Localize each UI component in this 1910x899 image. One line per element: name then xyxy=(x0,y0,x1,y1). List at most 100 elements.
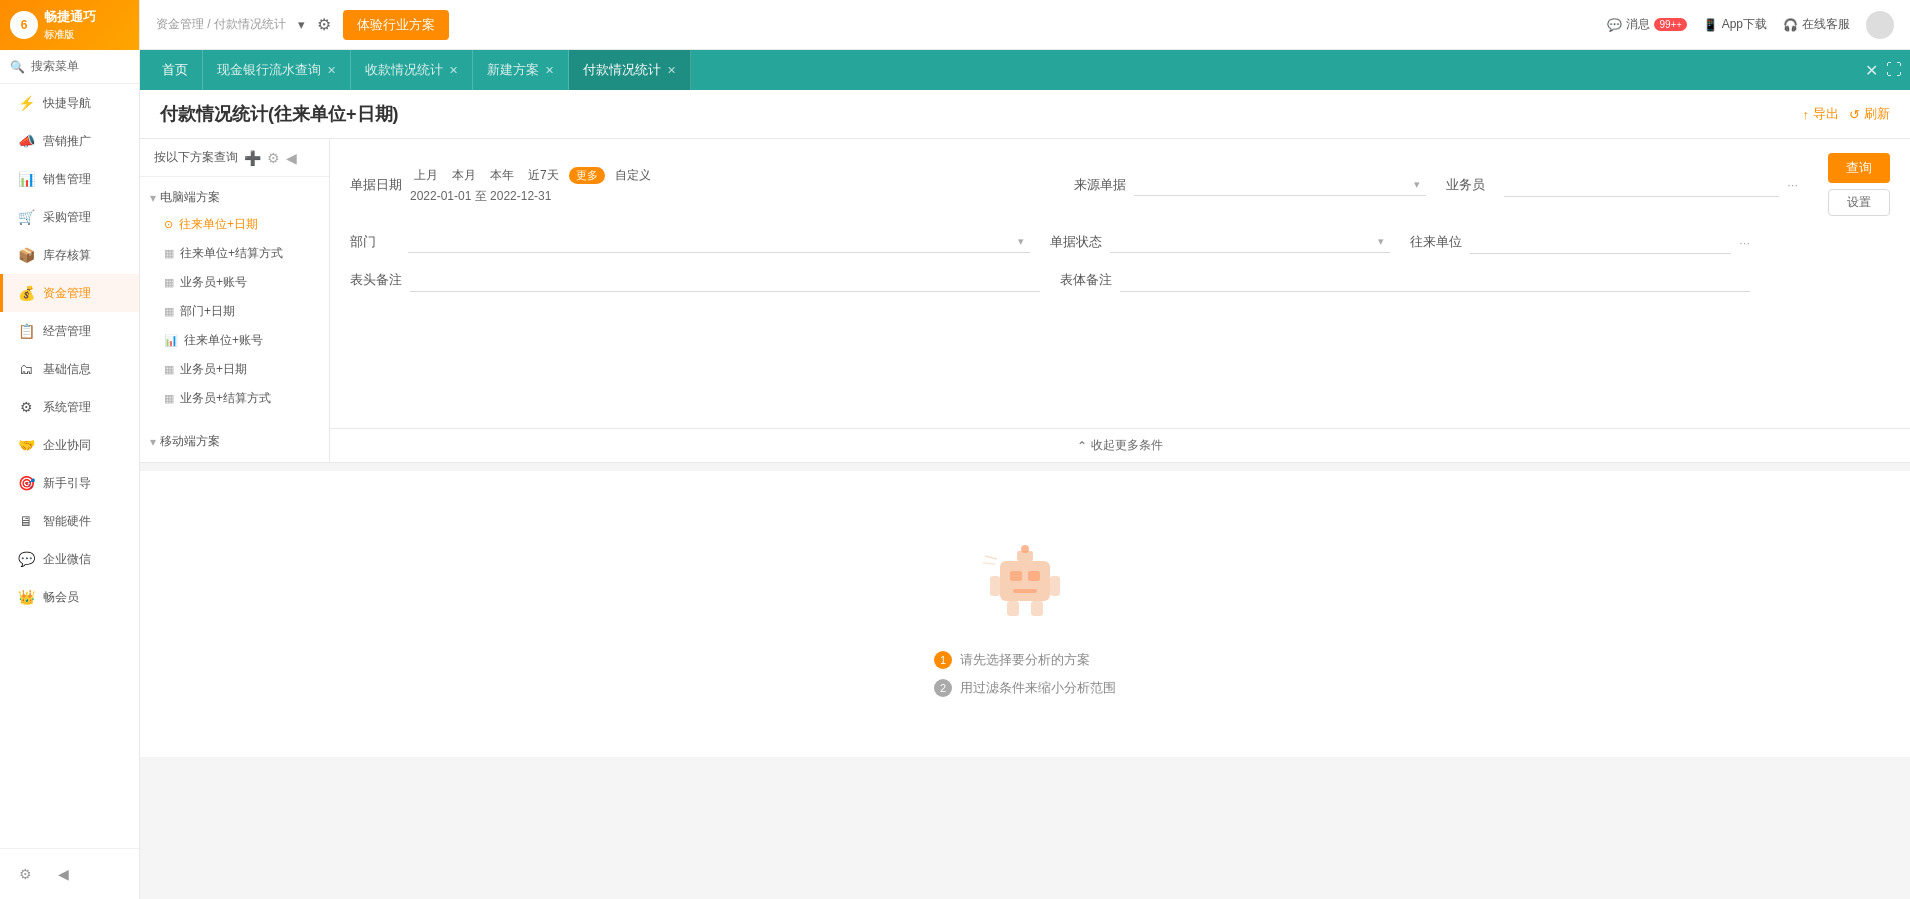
sidebar-item-operation[interactable]: 📋经营管理 xyxy=(0,312,139,350)
tab-close-collection[interactable]: ✕ xyxy=(449,64,458,77)
tab-expand-btn[interactable]: ⛶ xyxy=(1886,61,1902,79)
sidebar-item-hardware[interactable]: 🖥智能硬件 xyxy=(0,502,139,540)
sidebar-collapse-btn[interactable]: ◀ xyxy=(48,859,78,889)
message-btn[interactable]: 💬 消息 99++ xyxy=(1607,16,1686,33)
tab-close-payment[interactable]: ✕ xyxy=(667,64,676,77)
sidebar-item-capital[interactable]: 💰资金管理 xyxy=(0,274,139,312)
trial-btn[interactable]: 体验行业方案 xyxy=(343,10,449,40)
app-download-btn[interactable]: 📱 App下载 xyxy=(1703,16,1767,33)
source-select[interactable]: ▾ xyxy=(1134,174,1426,196)
system-icon: ⚙ xyxy=(17,398,35,416)
tab-close-new-scheme[interactable]: ✕ xyxy=(545,64,554,77)
partner-more-icon[interactable]: ··· xyxy=(1739,235,1750,250)
sidebar-item-basic[interactable]: 🗂基础信息 xyxy=(0,350,139,388)
user-avatar[interactable] xyxy=(1866,11,1894,39)
sidebar-settings-btn[interactable]: ⚙ xyxy=(10,859,40,889)
main-content: 资金管理 / 付款情况统计 ▾ ⚙ 体验行业方案 💬 消息 99++ 📱 App… xyxy=(140,0,1910,899)
date-this-month[interactable]: 本月 xyxy=(448,165,480,186)
staff-input[interactable] xyxy=(1504,173,1779,197)
sidebar-item-enterprise[interactable]: 🤝 企业协同 xyxy=(0,426,139,464)
topbar: 资金管理 / 付款情况统计 ▾ ⚙ 体验行业方案 💬 消息 99++ 📱 App… xyxy=(140,0,1910,50)
sidebar-item-sales[interactable]: 📊销售管理 xyxy=(0,160,139,198)
tab-close-all-btn[interactable]: ✕ xyxy=(1865,61,1878,80)
sidebar-item-marketing[interactable]: 📣营销推广 xyxy=(0,122,139,160)
marketing-icon: 📣 xyxy=(17,132,35,150)
date-7days[interactable]: 近7天 xyxy=(524,165,563,186)
collapse-btn[interactable]: ⌃ 收起更多条件 xyxy=(1077,437,1163,454)
date-this-year[interactable]: 本年 xyxy=(486,165,518,186)
page-content: 付款情况统计(往来单位+日期) ↑ 导出 ↺ 刷新 按以下方案查询 ➕ ⚙ xyxy=(140,90,1910,899)
scheme-group-header-0[interactable]: ▾电脑端方案 xyxy=(140,185,329,210)
tab-collection[interactable]: 收款情况统计✕ xyxy=(351,50,473,90)
body-note-input[interactable] xyxy=(1120,268,1750,292)
export-btn[interactable]: ↑ 导出 xyxy=(1803,105,1840,123)
tab-cashflow[interactable]: 现金银行流水查询✕ xyxy=(203,50,351,90)
partner-input[interactable] xyxy=(1470,230,1731,254)
app-download-label: App下载 xyxy=(1722,16,1767,33)
topbar-gear-icon[interactable]: ⚙ xyxy=(317,15,331,34)
scheme-group-label-0: 电脑端方案 xyxy=(160,189,220,206)
scheme-group-header-1[interactable]: ▾移动端方案 xyxy=(140,429,329,454)
sidebar-item-system[interactable]: ⚙系统管理 xyxy=(0,388,139,426)
sidebar-item-label-enterprise: 企业协同 xyxy=(43,437,91,454)
settings-btn[interactable]: 设置 xyxy=(1828,189,1890,216)
tab-new-scheme[interactable]: 新建方案 ✕ xyxy=(473,50,569,90)
date-last-month[interactable]: 上月 xyxy=(410,165,442,186)
scheme-collapse-btn[interactable]: ◀ xyxy=(286,150,297,166)
sidebar-item-purchase[interactable]: 🛒采购管理 xyxy=(0,198,139,236)
enterprise-icon: 🤝 xyxy=(17,436,35,454)
search-menu[interactable]: 🔍 搜索菜单 xyxy=(0,50,139,84)
scheme-item-0-1[interactable]: ▦往来单位+结算方式 xyxy=(140,239,329,268)
date-more-btn[interactable]: 更多 xyxy=(569,167,605,184)
date-label: 单据日期 xyxy=(350,176,402,194)
dept-field: 部门 ▾ xyxy=(350,231,1030,253)
tab-home[interactable]: 首页 xyxy=(148,50,203,90)
tabbar-right: ✕ ⛶ xyxy=(1865,61,1910,80)
app-name: 畅捷通巧 xyxy=(44,8,96,26)
sidebar-item-newbie[interactable]: 🎯新手引导 xyxy=(0,464,139,502)
collapse-bar: ⌃ 收起更多条件 xyxy=(330,428,1910,462)
scheme-item-0-4[interactable]: 📊往来单位+账号 xyxy=(140,326,329,355)
scheme-settings-btn[interactable]: ⚙ xyxy=(267,150,280,166)
sidebar-item-shortcuts[interactable]: ⚡快捷导航 xyxy=(0,84,139,122)
doc-status-select[interactable]: ▾ xyxy=(1110,231,1390,253)
online-service-btn[interactable]: 🎧 在线客服 xyxy=(1783,16,1850,33)
tab-payment[interactable]: 付款情况统计✕ xyxy=(569,50,691,90)
scheme-add-btn[interactable]: ➕ xyxy=(244,150,261,166)
scheme-item-0-0[interactable]: ⊙往来单位+日期 xyxy=(140,210,329,239)
scheme-panel: 按以下方案查询 ➕ ⚙ ◀ ▾电脑端方案⊙往来单位+日期▦往来单位+结算方式▦业… xyxy=(140,139,330,462)
tab-close-cashflow[interactable]: ✕ xyxy=(327,64,336,77)
staff-more-icon[interactable]: ··· xyxy=(1787,177,1798,192)
date-shortcuts: 上月 本月 本年 近7天 更多 自定义 xyxy=(410,165,1054,186)
app-download-icon: 📱 xyxy=(1703,18,1718,32)
date-custom[interactable]: 自定义 xyxy=(611,165,655,186)
sales-icon: 📊 xyxy=(17,170,35,188)
sidebar-item-inventory[interactable]: 📦库存核算 xyxy=(0,236,139,274)
hardware-icon: 🖥 xyxy=(17,512,35,530)
scheme-item-0-6[interactable]: ▦业务员+结算方式 xyxy=(140,384,329,413)
scheme-item-0-3[interactable]: ▦部门+日期 xyxy=(140,297,329,326)
sidebar-item-wechat[interactable]: 💬企业微信 xyxy=(0,540,139,578)
tab-label-new-scheme: 新建方案 xyxy=(487,61,539,79)
sidebar-item-member[interactable]: 👑畅会员 xyxy=(0,578,139,616)
svg-line-10 xyxy=(985,556,997,559)
query-btn[interactable]: 查询 xyxy=(1828,153,1890,183)
scheme-item-label-0-5: 业务员+日期 xyxy=(180,361,247,378)
header-note-input[interactable] xyxy=(410,268,1040,292)
sidebar-item-label-operation: 经营管理 xyxy=(43,323,91,340)
scheme-item-0-5[interactable]: ▦业务员+日期 xyxy=(140,355,329,384)
scheme-panel-header: 按以下方案查询 ➕ ⚙ ◀ xyxy=(140,139,329,177)
tip-num-1: 1 xyxy=(934,651,952,669)
dept-select[interactable]: ▾ xyxy=(408,231,1030,253)
scheme-item-0-2[interactable]: ▦业务员+账号 xyxy=(140,268,329,297)
sidebar-footer: ⚙ ◀ xyxy=(0,848,139,899)
svg-rect-8 xyxy=(1007,601,1019,616)
breadcrumb-dropdown[interactable]: ▾ xyxy=(298,17,305,32)
body-note-label: 表体备注 xyxy=(1060,271,1112,289)
source-label: 来源单据 xyxy=(1074,176,1126,194)
tabbar: 首页现金银行流水查询✕收款情况统计✕新建方案✕付款情况统计✕ ✕ ⛶ xyxy=(140,50,1910,90)
dept-label: 部门 xyxy=(350,233,400,251)
refresh-btn[interactable]: ↺ 刷新 xyxy=(1849,105,1890,123)
query-form: 单据日期 上月 本月 本年 近7天 更多 自定义 20 xyxy=(330,139,1910,428)
capital-icon: 💰 xyxy=(17,284,35,302)
